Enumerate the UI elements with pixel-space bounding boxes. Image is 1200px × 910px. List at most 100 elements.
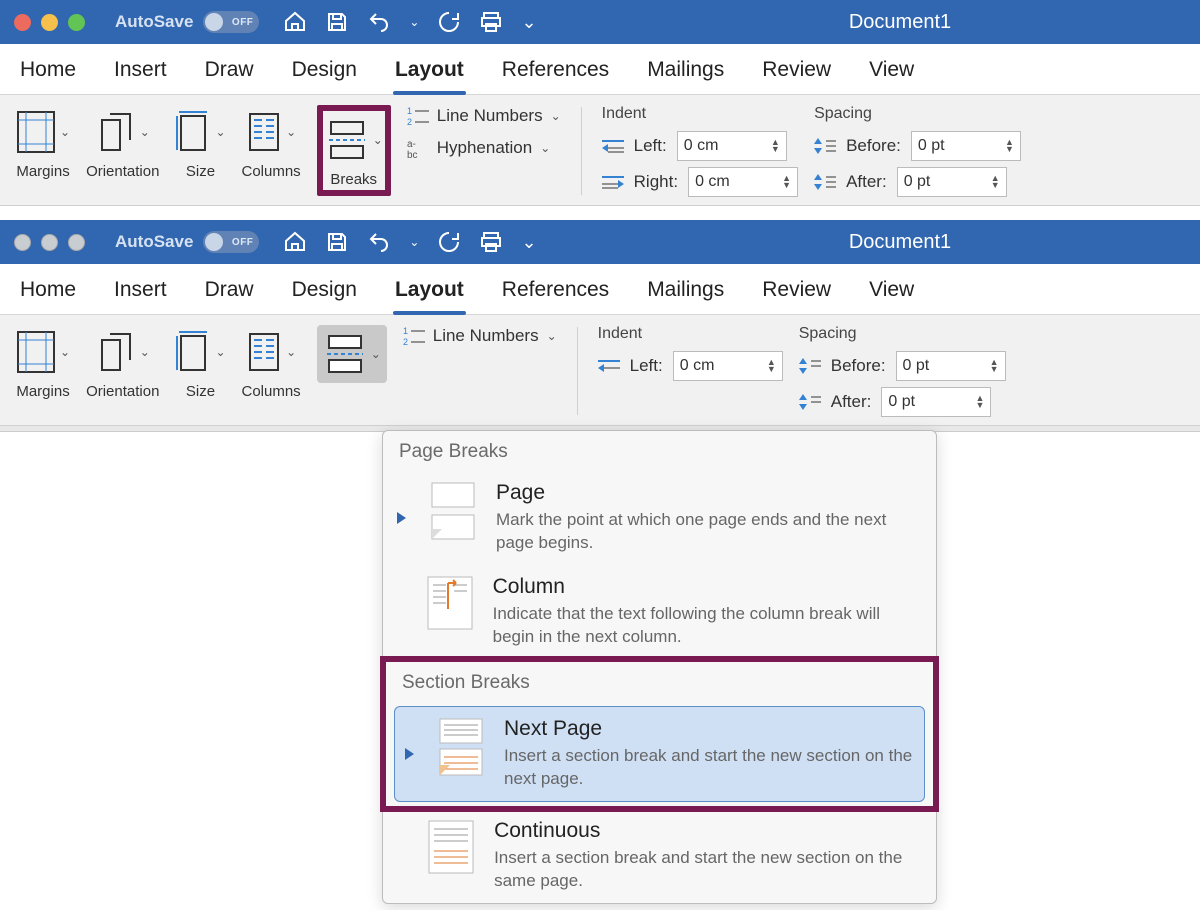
tab-insert[interactable]: Insert xyxy=(112,54,169,94)
breaks-button[interactable]: ⌄ Breaks xyxy=(325,113,383,188)
tab-view[interactable]: View xyxy=(867,274,916,314)
chevron-down-icon: ⌄ xyxy=(60,125,70,139)
chevron-down-icon: ⌄ xyxy=(140,125,150,139)
close-window-button[interactable] xyxy=(14,14,31,31)
svg-text:bc: bc xyxy=(407,150,418,159)
spacing-after-input[interactable]: 0 pt▲▼ xyxy=(881,387,991,417)
chevron-down-icon: ⌄ xyxy=(215,125,225,139)
qat-customize-caret[interactable]: ⌄ xyxy=(521,12,536,33)
breaks-button-open[interactable]: ⌄ xyxy=(317,325,387,383)
close-window-button[interactable] xyxy=(14,234,31,251)
menu-item-continuous[interactable]: Continuous Insert a section break and st… xyxy=(383,809,936,903)
tab-view[interactable]: View xyxy=(867,54,916,94)
tab-home[interactable]: Home xyxy=(18,274,78,314)
columns-button[interactable]: ⌄ Columns xyxy=(242,105,301,180)
tutorial-highlight-section-breaks: Section Breaks Next Page Insert a sectio… xyxy=(380,656,939,812)
redo-icon[interactable] xyxy=(437,10,461,34)
orientation-icon xyxy=(96,110,136,154)
tab-insert[interactable]: Insert xyxy=(112,274,169,314)
chevron-down-icon: ⌄ xyxy=(373,133,383,147)
tab-references[interactable]: References xyxy=(500,54,611,94)
save-icon[interactable] xyxy=(325,230,349,254)
line-hyphen-group: 12 Line Numbers ⌄ xyxy=(403,325,557,347)
undo-icon[interactable] xyxy=(367,10,391,34)
tab-design[interactable]: Design xyxy=(290,274,359,314)
tab-review[interactable]: Review xyxy=(760,274,833,314)
margins-button[interactable]: ⌄ Margins xyxy=(16,325,70,400)
margins-button[interactable]: ⌄ Margins xyxy=(16,105,70,180)
size-icon xyxy=(175,330,211,374)
tab-mailings[interactable]: Mailings xyxy=(645,274,726,314)
tab-mailings[interactable]: Mailings xyxy=(645,54,726,94)
margins-icon xyxy=(16,330,56,374)
minimize-window-button[interactable] xyxy=(41,234,58,251)
margins-icon xyxy=(16,110,56,154)
indent-left-input[interactable]: 0 cm▲▼ xyxy=(677,131,787,161)
chevron-down-icon: ⌄ xyxy=(540,141,550,155)
redo-icon[interactable] xyxy=(437,230,461,254)
minimize-window-button[interactable] xyxy=(41,14,58,31)
svg-text:a-: a- xyxy=(407,139,416,150)
spacing-group: Spacing Before: 0 pt▲▼ After: 0 pt▲▼ xyxy=(814,105,1021,197)
menu-item-page-break[interactable]: Page Mark the point at which one page en… xyxy=(383,471,936,565)
columns-icon xyxy=(246,330,282,374)
window-controls xyxy=(14,14,85,31)
autosave-label: AutoSave xyxy=(115,12,193,32)
chevron-down-icon: ⌄ xyxy=(371,347,381,361)
play-indicator-icon xyxy=(397,512,406,524)
zoom-window-button[interactable] xyxy=(68,14,85,31)
svg-text:1: 1 xyxy=(403,326,408,336)
tab-references[interactable]: References xyxy=(500,274,611,314)
svg-text:1: 1 xyxy=(407,106,412,116)
autosave-toggle[interactable]: OFF xyxy=(203,231,259,253)
line-numbers-button[interactable]: 12 Line Numbers ⌄ xyxy=(403,325,557,347)
size-icon xyxy=(175,110,211,154)
indent-left-icon xyxy=(602,138,624,154)
menu-item-column-break[interactable]: Column Indicate that the text following … xyxy=(383,565,936,659)
orientation-button[interactable]: ⌄ Orientation xyxy=(86,105,159,180)
size-button[interactable]: ⌄ Size xyxy=(175,105,225,180)
menu-item-next-page[interactable]: Next Page Insert a section break and sta… xyxy=(394,706,925,802)
chevron-down-icon: ⌄ xyxy=(286,125,296,139)
home-icon[interactable] xyxy=(283,10,307,34)
quick-access-toolbar: ⌄ ⌄ xyxy=(283,10,536,34)
indent-right-input[interactable]: 0 cm▲▼ xyxy=(688,167,798,197)
tab-draw[interactable]: Draw xyxy=(203,54,256,94)
orientation-icon xyxy=(96,330,136,374)
separator xyxy=(581,107,582,195)
columns-button[interactable]: ⌄ Columns xyxy=(242,325,301,400)
indent-group: Indent Left: 0 cm▲▼ xyxy=(598,325,783,381)
indent-left-input[interactable]: 0 cm▲▼ xyxy=(673,351,783,381)
tab-layout[interactable]: Layout xyxy=(393,54,466,94)
indent-left-icon xyxy=(598,358,620,374)
ribbon-tabs: Home Insert Draw Design Layout Reference… xyxy=(0,264,1200,315)
save-icon[interactable] xyxy=(325,10,349,34)
spacing-before-input[interactable]: 0 pt▲▼ xyxy=(896,351,1006,381)
spacing-after-input[interactable]: 0 pt▲▼ xyxy=(897,167,1007,197)
play-indicator-icon xyxy=(405,748,414,760)
spacing-before-input[interactable]: 0 pt▲▼ xyxy=(911,131,1021,161)
tab-draw[interactable]: Draw xyxy=(203,274,256,314)
autosave-toggle[interactable]: OFF xyxy=(203,11,259,33)
line-numbers-button[interactable]: 12 Line Numbers ⌄ xyxy=(407,105,561,127)
zoom-window-button[interactable] xyxy=(68,234,85,251)
undo-dropdown-caret[interactable]: ⌄ xyxy=(409,15,419,29)
qat-customize-caret[interactable]: ⌄ xyxy=(521,232,536,253)
print-icon[interactable] xyxy=(479,230,503,254)
undo-dropdown-caret[interactable]: ⌄ xyxy=(409,235,419,249)
continuous-break-icon xyxy=(422,819,480,875)
home-icon[interactable] xyxy=(283,230,307,254)
orientation-button[interactable]: ⌄ Orientation xyxy=(86,325,159,400)
tab-layout[interactable]: Layout xyxy=(393,274,466,314)
hyphenation-button[interactable]: a-bc Hyphenation ⌄ xyxy=(407,137,561,159)
size-button[interactable]: ⌄ Size xyxy=(175,325,225,400)
columns-icon xyxy=(246,110,282,154)
tab-review[interactable]: Review xyxy=(760,54,833,94)
tab-home[interactable]: Home xyxy=(18,54,78,94)
print-icon[interactable] xyxy=(479,10,503,34)
hyphenation-icon: a-bc xyxy=(407,137,429,159)
chevron-down-icon: ⌄ xyxy=(140,345,150,359)
tab-design[interactable]: Design xyxy=(290,54,359,94)
undo-icon[interactable] xyxy=(367,230,391,254)
breaks-dropdown: Page Breaks Page Mark the point at which… xyxy=(382,430,937,904)
